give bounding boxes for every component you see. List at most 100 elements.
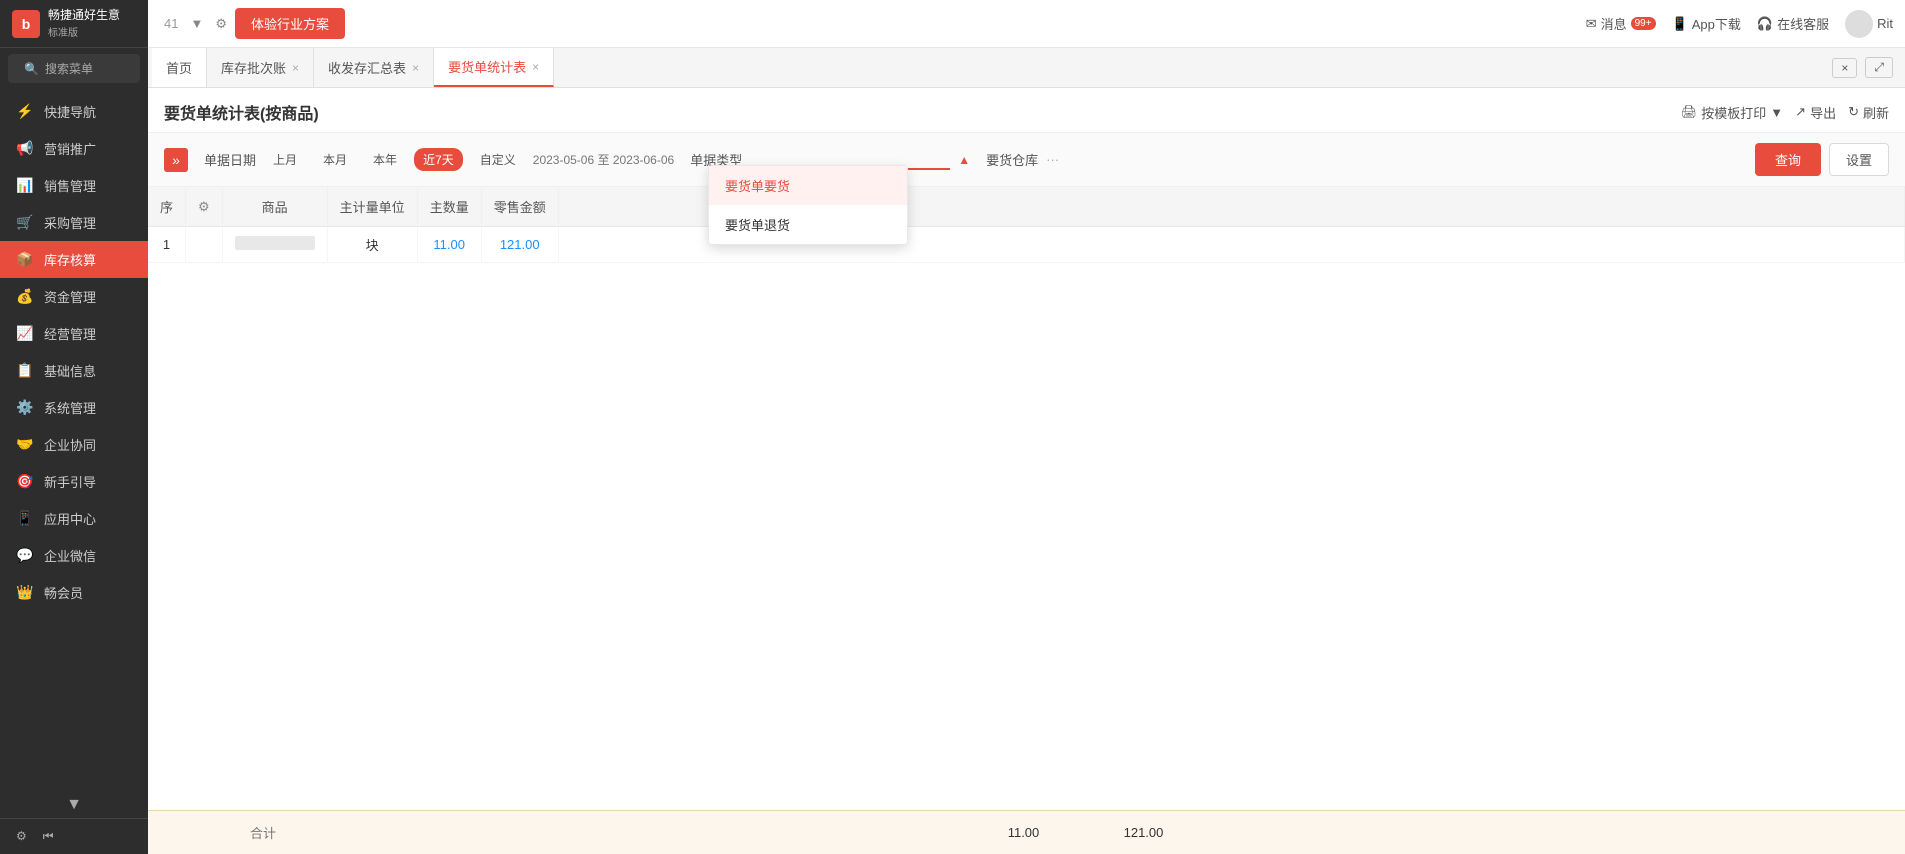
- sidebar-item-wechat[interactable]: 💬 企业微信: [0, 537, 148, 574]
- wechat-icon: 💬: [16, 547, 34, 565]
- enterprise-icon: 🤝: [16, 436, 34, 454]
- date-shortcut-custom[interactable]: 自定义: [471, 147, 525, 172]
- tab-home[interactable]: 首页: [152, 48, 207, 87]
- table-container: 序 ⚙ 商品 主计量单位 主数量 零售金额: [148, 187, 1905, 263]
- cell-num: 1: [148, 227, 186, 263]
- sidebar-item-label: 企业协同: [44, 435, 96, 454]
- sidebar-item-enterprise[interactable]: 🤝 企业协同: [0, 426, 148, 463]
- sidebar-item-label: 销售管理: [44, 176, 96, 195]
- quick-nav-icon: ⚡: [16, 103, 34, 121]
- avatar: [1845, 10, 1873, 38]
- app-sub: 标准版: [48, 24, 120, 39]
- product-placeholder: [235, 236, 315, 250]
- tab-receive-summary[interactable]: 收发存汇总表 ×: [314, 48, 434, 87]
- app-download-btn[interactable]: 📱 App下载: [1672, 14, 1741, 33]
- sidebar-item-system[interactable]: ⚙️ 系统管理: [0, 389, 148, 426]
- member-icon: 👑: [16, 584, 34, 602]
- col-header-unit: 主计量单位: [327, 187, 417, 227]
- guide-icon: 🎯: [16, 473, 34, 491]
- sidebar-item-label: 系统管理: [44, 398, 96, 417]
- sidebar-item-label: 基础信息: [44, 361, 96, 380]
- online-service-btn[interactable]: 🎧 在线客服: [1757, 14, 1829, 33]
- cell-product: [222, 227, 327, 263]
- col-header-settings[interactable]: ⚙: [186, 187, 223, 227]
- page-header: 要货单统计表(按商品) 🖨 按模板打印 ▼ ↗ 导出 ↻ 刷新: [148, 88, 1905, 133]
- collapse-icon[interactable]: ⏮: [43, 829, 54, 844]
- date-shortcut-more[interactable]: 近7天: [414, 148, 463, 171]
- settings-btn[interactable]: 设置: [1829, 143, 1889, 176]
- tab-batch-account[interactable]: 库存批次账 ×: [207, 48, 314, 87]
- sidebar-scroll-down[interactable]: ▼: [0, 792, 148, 818]
- settings-icon[interactable]: ⚙: [16, 829, 27, 844]
- filter-bar: » 单据日期 上月 本月 本年 近7天 自定义 2023-05-06 至 202…: [148, 133, 1905, 187]
- system-icon: ⚙️: [16, 399, 34, 417]
- cell-quantity[interactable]: 11.00: [417, 227, 481, 263]
- tab-batch-account-close[interactable]: ×: [292, 61, 299, 75]
- messages-btn[interactable]: ✉ 消息 99+: [1586, 14, 1656, 33]
- sidebar-item-sales[interactable]: 📊 销售管理: [0, 167, 148, 204]
- date-shortcut-up[interactable]: 上月: [264, 147, 306, 172]
- warehouse-more-icon[interactable]: ···: [1046, 152, 1059, 167]
- sidebar-item-purchase[interactable]: 🛒 采购管理: [0, 204, 148, 241]
- export-label: 导出: [1810, 103, 1836, 122]
- export-icon: ↗: [1795, 104, 1806, 120]
- dropdown-item-order-return[interactable]: 要货单退货: [709, 205, 907, 244]
- sidebar-item-base-info[interactable]: 📋 基础信息: [0, 352, 148, 389]
- chevron-down-icon: ▼: [66, 796, 82, 814]
- cell-amount[interactable]: 121.00: [481, 227, 558, 263]
- refresh-btn[interactable]: ↻ 刷新: [1848, 103, 1889, 122]
- sidebar-item-label: 应用中心: [44, 509, 96, 528]
- tab-close-all-btn[interactable]: ×: [1832, 58, 1857, 78]
- marketing-icon: 📢: [16, 140, 34, 158]
- app-download-label: App下载: [1692, 14, 1741, 33]
- app-center-icon: 📱: [16, 510, 34, 528]
- tab-receive-summary-close[interactable]: ×: [412, 61, 419, 75]
- date-shortcut-year[interactable]: 本年: [364, 147, 406, 172]
- sidebar-item-inventory[interactable]: 📦 库存核算: [0, 241, 148, 278]
- doc-type-arrow-icon[interactable]: ▲: [958, 153, 970, 167]
- trial-btn[interactable]: 体验行业方案: [235, 8, 345, 39]
- user-avatar-btn[interactable]: Rit: [1845, 10, 1893, 38]
- refresh-label: 刷新: [1863, 103, 1889, 122]
- print-btn[interactable]: 🖨 按模板打印 ▼: [1681, 103, 1783, 122]
- headset-icon: 🎧: [1757, 16, 1773, 32]
- tab-batch-account-label: 库存批次账: [221, 58, 286, 77]
- sidebar-item-marketing[interactable]: 📢 营销推广: [0, 130, 148, 167]
- logo-icon: b: [12, 10, 40, 38]
- export-btn[interactable]: ↗ 导出: [1795, 103, 1836, 122]
- sidebar-item-operation[interactable]: 📈 经营管理: [0, 315, 148, 352]
- doc-type-dropdown: 要货单要货 要货单退货: [708, 165, 908, 245]
- table-row: 1 块 11.00 121.00: [148, 227, 1905, 263]
- print-label: 按模板打印: [1701, 103, 1766, 122]
- sidebar-item-member[interactable]: 👑 畅会员: [0, 574, 148, 611]
- footer-label: 合计: [238, 819, 964, 846]
- topbar-left: 41 ▼ ⚙ 体验行业方案: [160, 8, 345, 39]
- tab-order-stats[interactable]: 要货单统计表 ×: [434, 48, 554, 87]
- inventory-icon: 📦: [16, 251, 34, 269]
- sidebar-item-finance[interactable]: 💰 资金管理: [0, 278, 148, 315]
- refresh-icon: ↻: [1848, 104, 1859, 120]
- base-info-icon: 📋: [16, 362, 34, 380]
- sidebar-nav: ⚡ 快捷导航 📢 营销推广 📊 销售管理 🛒 采购管理 📦 库存核算 💰 资金管…: [0, 89, 148, 792]
- query-btn[interactable]: 查询: [1755, 143, 1821, 176]
- table-header-row: 序 ⚙ 商品 主计量单位 主数量 零售金额: [148, 187, 1905, 227]
- filter-actions: 查询 设置: [1755, 143, 1889, 176]
- page-title: 要货单统计表(按商品): [164, 100, 319, 124]
- page-actions: 🖨 按模板打印 ▼ ↗ 导出 ↻ 刷新: [1681, 103, 1889, 122]
- tab-home-label: 首页: [166, 58, 192, 77]
- dropdown-item-order-goods[interactable]: 要货单要货: [709, 166, 907, 205]
- tab-order-stats-close[interactable]: ×: [532, 60, 539, 74]
- app-name: 畅捷通好生意: [48, 8, 120, 24]
- sidebar-item-guide[interactable]: 🎯 新手引导: [0, 463, 148, 500]
- gear-icon[interactable]: ⚙: [215, 16, 227, 32]
- dropdown-arrow-icon[interactable]: ▼: [190, 16, 203, 31]
- search-menu[interactable]: 🔍 搜索菜单: [8, 54, 140, 83]
- cell-unit: 块: [327, 227, 417, 263]
- date-shortcut-current[interactable]: 本月: [314, 147, 356, 172]
- table-settings-icon[interactable]: ⚙: [198, 199, 210, 214]
- table-footer: 合计 11.00 121.00: [148, 810, 1905, 854]
- sidebar-item-quick-nav[interactable]: ⚡ 快捷导航: [0, 93, 148, 130]
- tab-expand-btn[interactable]: ⤢: [1865, 57, 1893, 78]
- sidebar-item-app-center[interactable]: 📱 应用中心: [0, 500, 148, 537]
- filter-expand-btn[interactable]: »: [164, 148, 188, 172]
